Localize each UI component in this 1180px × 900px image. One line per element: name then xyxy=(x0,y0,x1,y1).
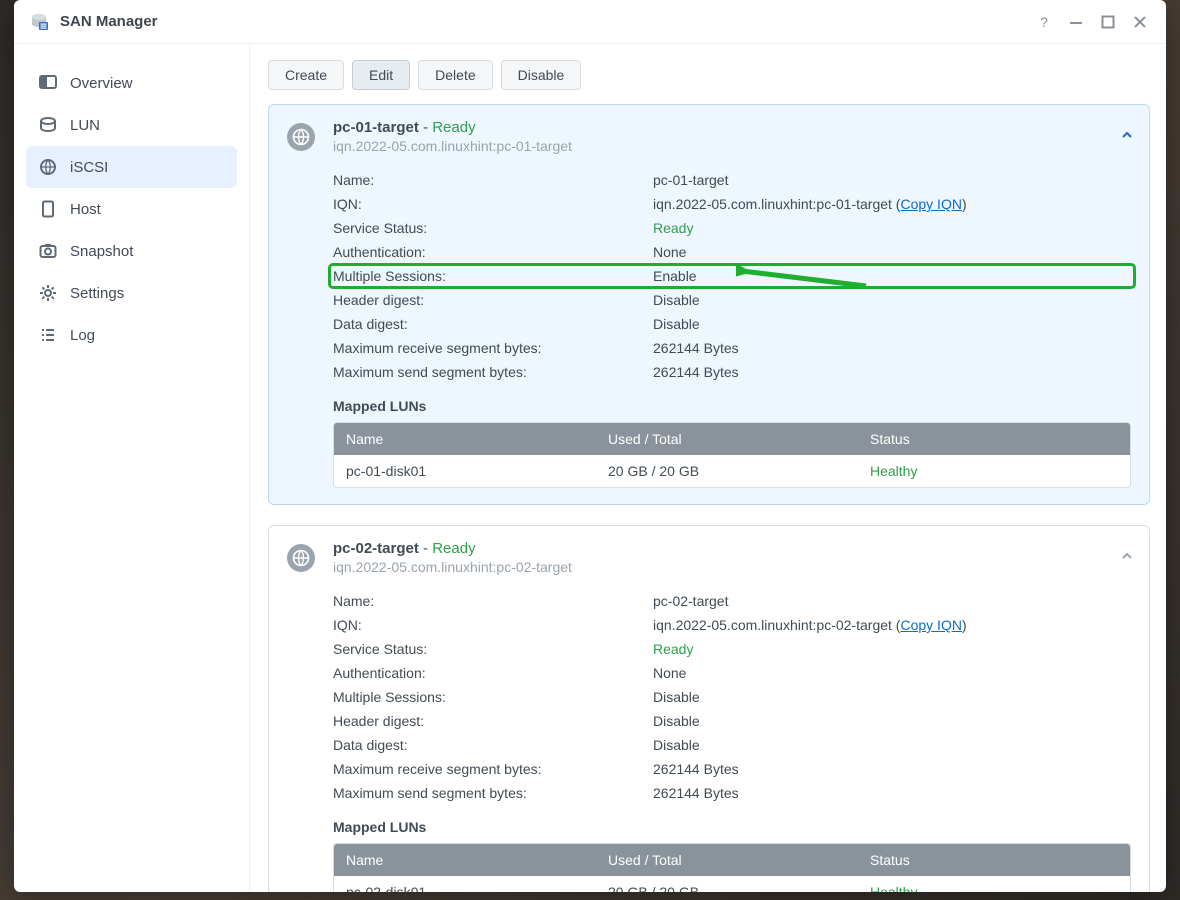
sidebar-item-lun[interactable]: LUN xyxy=(26,104,237,146)
window-title: SAN Manager xyxy=(60,13,158,30)
field-max-send-bytes: Maximum send segment bytes: 262144 Bytes xyxy=(333,781,1131,805)
field-multiple-sessions: Multiple Sessions: Disable xyxy=(333,685,1131,709)
field-multiple-sessions: Multiple Sessions: Enable xyxy=(329,264,1135,288)
app-icon xyxy=(28,11,50,33)
lun-name: pc-01-disk01 xyxy=(334,455,596,487)
target-title: pc-02-target - Ready xyxy=(333,540,572,557)
table-row[interactable]: pc-01-disk01 20 GB / 20 GB Healthy xyxy=(334,455,1130,487)
target-iqn: iqn.2022-05.com.linuxhint:pc-01-target xyxy=(333,138,572,154)
target-header[interactable]: pc-01-target - Ready iqn.2022-05.com.lin… xyxy=(269,105,1149,164)
sidebar-item-iscsi[interactable]: iSCSI xyxy=(26,146,237,188)
gear-icon xyxy=(36,284,60,302)
field-iqn: IQN: iqn.2022-05.com.linuxhint:pc-02-tar… xyxy=(333,613,1131,637)
field-list: Name: pc-02-target IQN: iqn.2022-05.com.… xyxy=(269,585,1149,805)
close-button[interactable] xyxy=(1124,7,1156,37)
field-max-recv-bytes: Maximum receive segment bytes: 262144 By… xyxy=(333,336,1131,360)
mapped-luns-title: Mapped LUNs xyxy=(333,819,1149,835)
lun-icon xyxy=(36,116,60,134)
col-name: Name xyxy=(334,844,596,876)
minimize-button[interactable] xyxy=(1060,7,1092,37)
sidebar-item-label: Log xyxy=(70,327,95,344)
field-data-digest: Data digest: Disable xyxy=(333,312,1131,336)
target-card: pc-01-target - Ready iqn.2022-05.com.lin… xyxy=(268,104,1150,505)
target-header[interactable]: pc-02-target - Ready iqn.2022-05.com.lin… xyxy=(269,526,1149,585)
sidebar-item-overview[interactable]: Overview xyxy=(26,62,237,104)
col-used: Used / Total xyxy=(596,423,858,455)
chevron-up-icon[interactable] xyxy=(1121,550,1133,565)
field-service-status: Service Status: Ready xyxy=(333,637,1131,661)
field-name: Name: pc-01-target xyxy=(333,168,1131,192)
table-row[interactable]: pc-02-disk01 20 GB / 20 GB Healthy xyxy=(334,876,1130,892)
overview-icon xyxy=(36,74,60,92)
table-header: Name Used / Total Status xyxy=(334,423,1130,455)
sidebar: Overview LUN iSCSI Host xyxy=(14,44,250,892)
col-used: Used / Total xyxy=(596,844,858,876)
delete-button[interactable]: Delete xyxy=(418,60,492,90)
titlebar: SAN Manager ? xyxy=(14,0,1166,44)
lun-status: Healthy xyxy=(858,455,1130,487)
target-card: pc-02-target - Ready iqn.2022-05.com.lin… xyxy=(268,525,1150,892)
target-iqn: iqn.2022-05.com.linuxhint:pc-02-target xyxy=(333,559,572,575)
lun-used: 20 GB / 20 GB xyxy=(596,876,858,892)
log-icon xyxy=(36,326,60,344)
field-header-digest: Header digest: Disable xyxy=(333,288,1131,312)
mapped-luns-table: Name Used / Total Status pc-02-disk01 20… xyxy=(333,843,1131,892)
field-authentication: Authentication: None xyxy=(333,240,1131,264)
lun-used: 20 GB / 20 GB xyxy=(596,455,858,487)
sidebar-item-label: Snapshot xyxy=(70,243,133,260)
edit-button[interactable]: Edit xyxy=(352,60,410,90)
target-title: pc-01-target - Ready xyxy=(333,119,572,136)
globe-icon xyxy=(287,123,315,151)
field-name: Name: pc-02-target xyxy=(333,589,1131,613)
copy-iqn-link[interactable]: Copy IQN xyxy=(900,196,961,212)
create-button[interactable]: Create xyxy=(268,60,344,90)
toolbar: Create Edit Delete Disable xyxy=(268,60,1150,90)
col-status: Status xyxy=(858,423,1130,455)
main-content: Create Edit Delete Disable pc-01-target … xyxy=(250,44,1166,892)
col-status: Status xyxy=(858,844,1130,876)
svg-text:?: ? xyxy=(1040,15,1048,29)
field-max-send-bytes: Maximum send segment bytes: 262144 Bytes xyxy=(333,360,1131,384)
sidebar-item-snapshot[interactable]: Snapshot xyxy=(26,230,237,272)
mapped-luns-title: Mapped LUNs xyxy=(333,398,1149,414)
maximize-button[interactable] xyxy=(1092,7,1124,37)
field-iqn: IQN: iqn.2022-05.com.linuxhint:pc-01-tar… xyxy=(333,192,1131,216)
field-header-digest: Header digest: Disable xyxy=(333,709,1131,733)
col-name: Name xyxy=(334,423,596,455)
mapped-luns-table: Name Used / Total Status pc-01-disk01 20… xyxy=(333,422,1131,488)
field-authentication: Authentication: None xyxy=(333,661,1131,685)
help-button[interactable]: ? xyxy=(1028,7,1060,37)
copy-iqn-link[interactable]: Copy IQN xyxy=(900,617,961,633)
lun-status: Healthy xyxy=(858,876,1130,892)
sidebar-item-label: Settings xyxy=(70,285,124,302)
snapshot-icon xyxy=(36,242,60,260)
chevron-up-icon[interactable] xyxy=(1121,129,1133,144)
sidebar-item-log[interactable]: Log xyxy=(26,314,237,356)
sidebar-item-label: LUN xyxy=(70,117,100,134)
field-max-recv-bytes: Maximum receive segment bytes: 262144 By… xyxy=(333,757,1131,781)
sidebar-item-label: Host xyxy=(70,201,101,218)
san-manager-window: SAN Manager ? Overview xyxy=(14,0,1166,892)
field-data-digest: Data digest: Disable xyxy=(333,733,1131,757)
disable-button[interactable]: Disable xyxy=(501,60,582,90)
sidebar-item-label: Overview xyxy=(70,75,133,92)
field-service-status: Service Status: Ready xyxy=(333,216,1131,240)
sidebar-item-settings[interactable]: Settings xyxy=(26,272,237,314)
iscsi-icon xyxy=(36,158,60,176)
globe-icon xyxy=(287,544,315,572)
host-icon xyxy=(36,200,60,218)
table-header: Name Used / Total Status xyxy=(334,844,1130,876)
lun-name: pc-02-disk01 xyxy=(334,876,596,892)
sidebar-item-host[interactable]: Host xyxy=(26,188,237,230)
sidebar-item-label: iSCSI xyxy=(70,159,108,176)
field-list: Name: pc-01-target IQN: iqn.2022-05.com.… xyxy=(269,164,1149,384)
